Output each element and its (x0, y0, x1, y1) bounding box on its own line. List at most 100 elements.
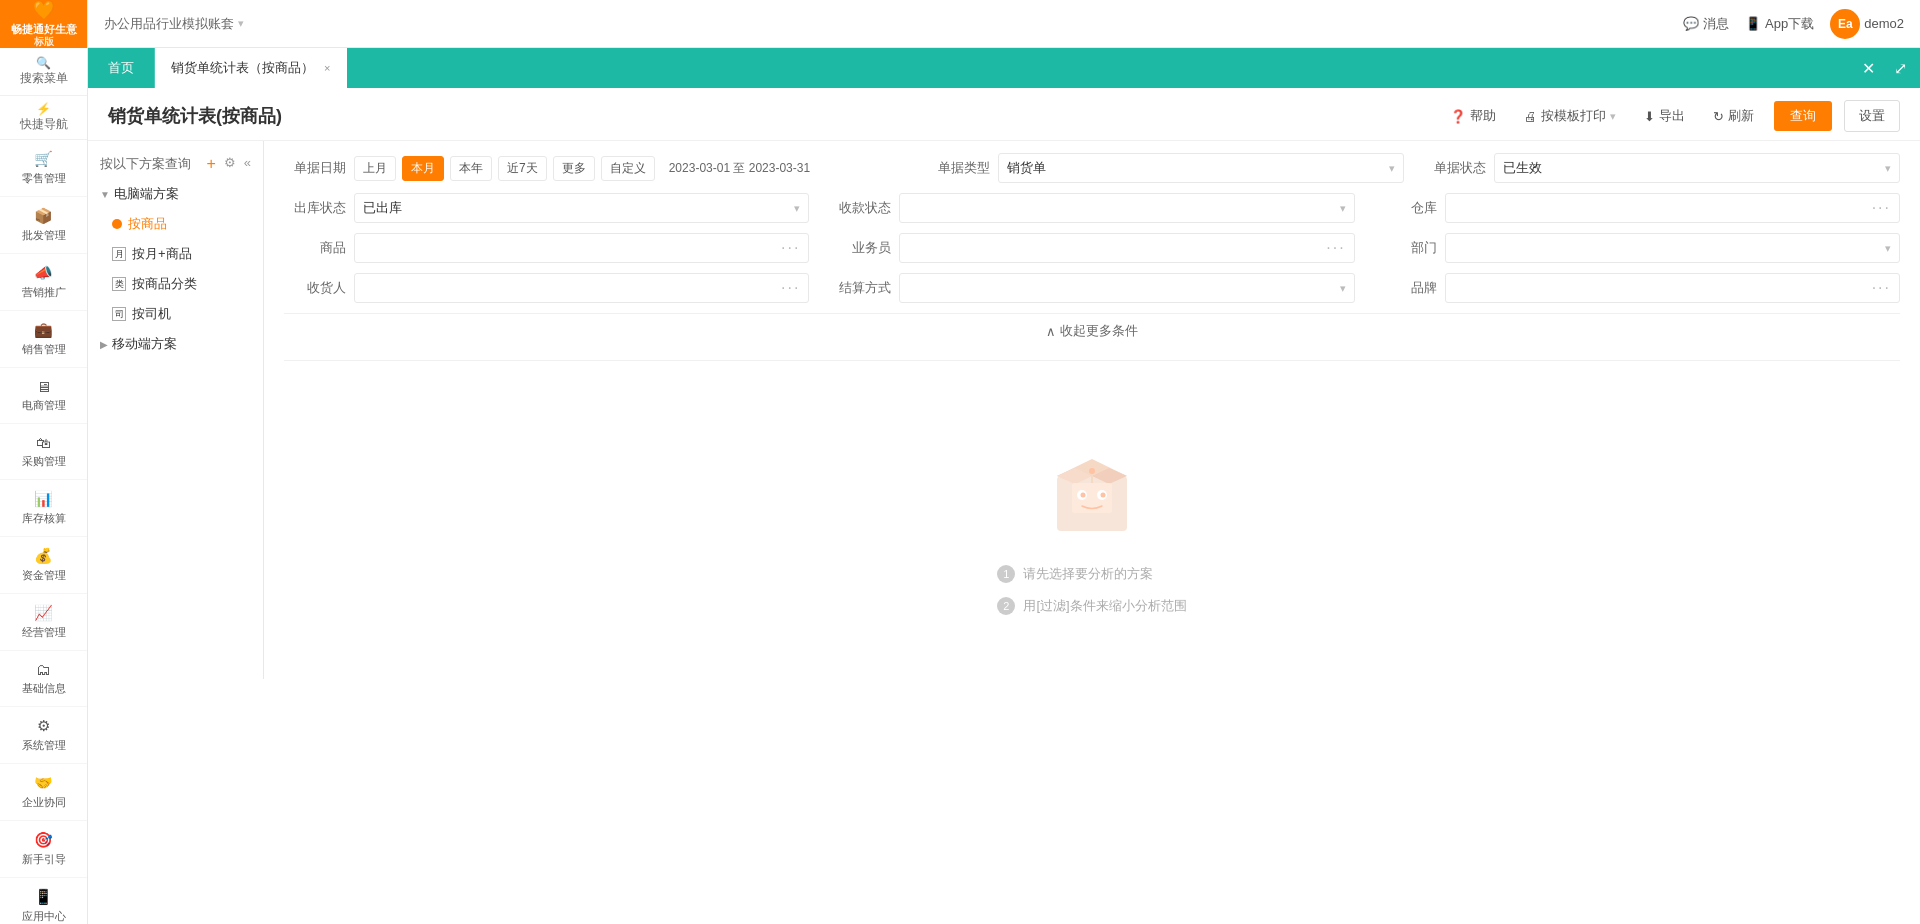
sidebar-item-5[interactable]: 🛍采购管理 (0, 424, 87, 480)
active-tab[interactable]: 销货单统计表（按商品） × (155, 48, 347, 88)
menu-label-4: 电商管理 (22, 398, 66, 413)
settle-arrow: ▾ (1340, 282, 1346, 295)
sidebar-item-8[interactable]: 📈经营管理 (0, 594, 87, 651)
filter-row-4: 收货人 ··· 结算方式 ▾ 品牌 (284, 273, 1900, 303)
quick-label: 快捷导航 (6, 116, 81, 133)
by-category-icon: 类 (112, 277, 126, 291)
avatar: Ea (1830, 9, 1860, 39)
query-btn[interactable]: 查询 (1774, 101, 1832, 131)
warehouse-control[interactable]: ··· (1445, 193, 1900, 223)
menu-label-13: 应用中心 (22, 909, 66, 924)
sidebar-item-3[interactable]: 💼销售管理 (0, 311, 87, 368)
product-control[interactable]: ··· (354, 233, 809, 263)
search-icon: 🔍 (36, 56, 51, 70)
search-text: 搜索菜单 (6, 70, 81, 87)
logo[interactable]: 🧡 畅捷通好生意 标版 (0, 0, 87, 48)
menu-icon-10: ⚙ (37, 717, 50, 735)
scheme-by-cashier[interactable]: 司 按司机 (88, 299, 263, 329)
tab-bar: 首页 销货单统计表（按商品） × ✕ ⤢ (88, 48, 1920, 88)
menu-icon-9: 🗂 (36, 661, 51, 678)
collapse-sidebar-btn[interactable]: « (244, 155, 251, 173)
mobile-scheme-group[interactable]: ▶ 移动端方案 (88, 329, 263, 359)
product-label: 商品 (284, 239, 354, 257)
empty-illustration (1032, 421, 1152, 541)
help-label: 帮助 (1470, 107, 1496, 125)
doc-type-arrow: ▾ (1389, 162, 1395, 175)
menu-label-6: 库存核算 (22, 511, 66, 526)
add-scheme-btn[interactable]: + (206, 155, 215, 173)
sidebar-item-7[interactable]: 💰资金管理 (0, 537, 87, 594)
out-status-arrow: ▾ (794, 202, 800, 215)
sidebar-item-11[interactable]: 🤝企业协同 (0, 764, 87, 821)
scheme-by-category[interactable]: 类 按商品分类 (88, 269, 263, 299)
by-month-label: 按月+商品 (132, 245, 192, 263)
product-dots: ··· (781, 239, 800, 257)
refresh-btn[interactable]: ↻ 刷新 (1705, 103, 1762, 129)
export-btn[interactable]: ⬇ 导出 (1636, 103, 1693, 129)
mobile-group-label: 移动端方案 (112, 335, 177, 353)
this-month-btn[interactable]: 本月 (402, 156, 444, 181)
by-cashier-icon: 司 (112, 307, 126, 321)
menu-label-0: 零售管理 (22, 171, 66, 186)
settings-scheme-btn[interactable]: ⚙ (224, 155, 236, 173)
settings-btn[interactable]: 设置 (1844, 100, 1900, 132)
menu-label-12: 新手引导 (22, 852, 66, 867)
home-tab[interactable]: 首页 (88, 48, 155, 88)
filter-sidebar-header: 按以下方案查询 + ⚙ « (88, 149, 263, 179)
last7-btn[interactable]: 近7天 (498, 156, 547, 181)
sidebar-item-13[interactable]: 📱应用中心 (0, 878, 87, 924)
doc-status-label: 单据状态 (1424, 159, 1494, 177)
help-btn[interactable]: ❓ 帮助 (1442, 103, 1504, 129)
collect-status-control[interactable]: ▾ (899, 193, 1354, 223)
messages-btn[interactable]: 💬 消息 (1683, 15, 1729, 33)
out-status-control[interactable]: 已出库 ▾ (354, 193, 809, 223)
filter-collapse: ∧ 收起更多条件 (284, 313, 1900, 348)
sidebar-item-0[interactable]: 🛒零售管理 (0, 140, 87, 197)
scheme-by-product[interactable]: 按商品 (88, 209, 263, 239)
sidebar-item-9[interactable]: 🗂基础信息 (0, 651, 87, 707)
logo-subtext: 标版 (34, 36, 54, 48)
quick-nav-item[interactable]: ⚡ 快捷导航 (0, 96, 87, 140)
menu-label-1: 批发管理 (22, 228, 66, 243)
print-btn[interactable]: 🖨 按模板打印 ▾ (1516, 103, 1624, 129)
tab-bar-controls: ✕ ⤢ (1848, 48, 1920, 88)
sidebar-item-2[interactable]: 📣营销推广 (0, 254, 87, 311)
brand-control[interactable]: ··· (1445, 273, 1900, 303)
sidebar-item-12[interactable]: 🎯新手引导 (0, 821, 87, 878)
scheme-by-month-product[interactable]: 月 按月+商品 (88, 239, 263, 269)
tab-close-all-btn[interactable]: ✕ (1856, 56, 1880, 80)
this-year-btn[interactable]: 本年 (450, 156, 492, 181)
custom-btn[interactable]: 自定义 (601, 156, 655, 181)
app-download-label: App下载 (1765, 15, 1814, 33)
sidebar-item-6[interactable]: 📊库存核算 (0, 480, 87, 537)
doc-status-control[interactable]: 已生效 ▾ (1494, 153, 1900, 183)
dept-control[interactable]: ▾ (1445, 233, 1900, 263)
menu-label-10: 系统管理 (22, 738, 66, 753)
tab-maximize-btn[interactable]: ⤢ (1888, 56, 1912, 80)
doc-type-control[interactable]: 销货单 ▾ (998, 153, 1404, 183)
collapse-btn[interactable]: ∧ 收起更多条件 (1046, 322, 1138, 340)
pc-scheme-group[interactable]: ▼ 电脑端方案 (88, 179, 263, 209)
last-month-btn[interactable]: 上月 (354, 156, 396, 181)
brand-dots: ··· (1872, 279, 1891, 297)
sidebar-item-10[interactable]: ⚙ 系统管理 (0, 707, 87, 764)
user-menu[interactable]: Ea demo2 (1830, 9, 1904, 39)
dropdown-icon[interactable]: ▾ (238, 17, 244, 30)
top-header: 办公用品行业模拟账套 ▾ 💬 消息 📱 App下载 Ea demo2 (88, 0, 1920, 48)
search-menu-item[interactable]: 🔍 零售管理 搜索菜单 (0, 48, 87, 96)
empty-tip-2: 2 用[过滤]条件来缩小分析范围 (997, 593, 1186, 619)
home-tab-label: 首页 (108, 59, 134, 77)
menu-icon-5: 🛍 (36, 434, 51, 451)
receiver-control[interactable]: ··· (354, 273, 809, 303)
settle-control[interactable]: ▾ (899, 273, 1354, 303)
tab-close-btn[interactable]: × (324, 62, 330, 74)
salesperson-control[interactable]: ··· (899, 233, 1354, 263)
sidebar-item-4[interactable]: 🖥电商管理 (0, 368, 87, 424)
filter-row-3: 商品 ··· 业务员 ··· 部门 (284, 233, 1900, 263)
date-range-display: 2023-03-01 至 2023-03-31 (669, 160, 810, 177)
app-download-btn[interactable]: 📱 App下载 (1745, 15, 1814, 33)
sidebar-item-1[interactable]: 📦批发管理 (0, 197, 87, 254)
by-product-dot (112, 219, 122, 229)
logo-icon: 🧡 (33, 0, 55, 21)
more-btn[interactable]: 更多 (553, 156, 595, 181)
